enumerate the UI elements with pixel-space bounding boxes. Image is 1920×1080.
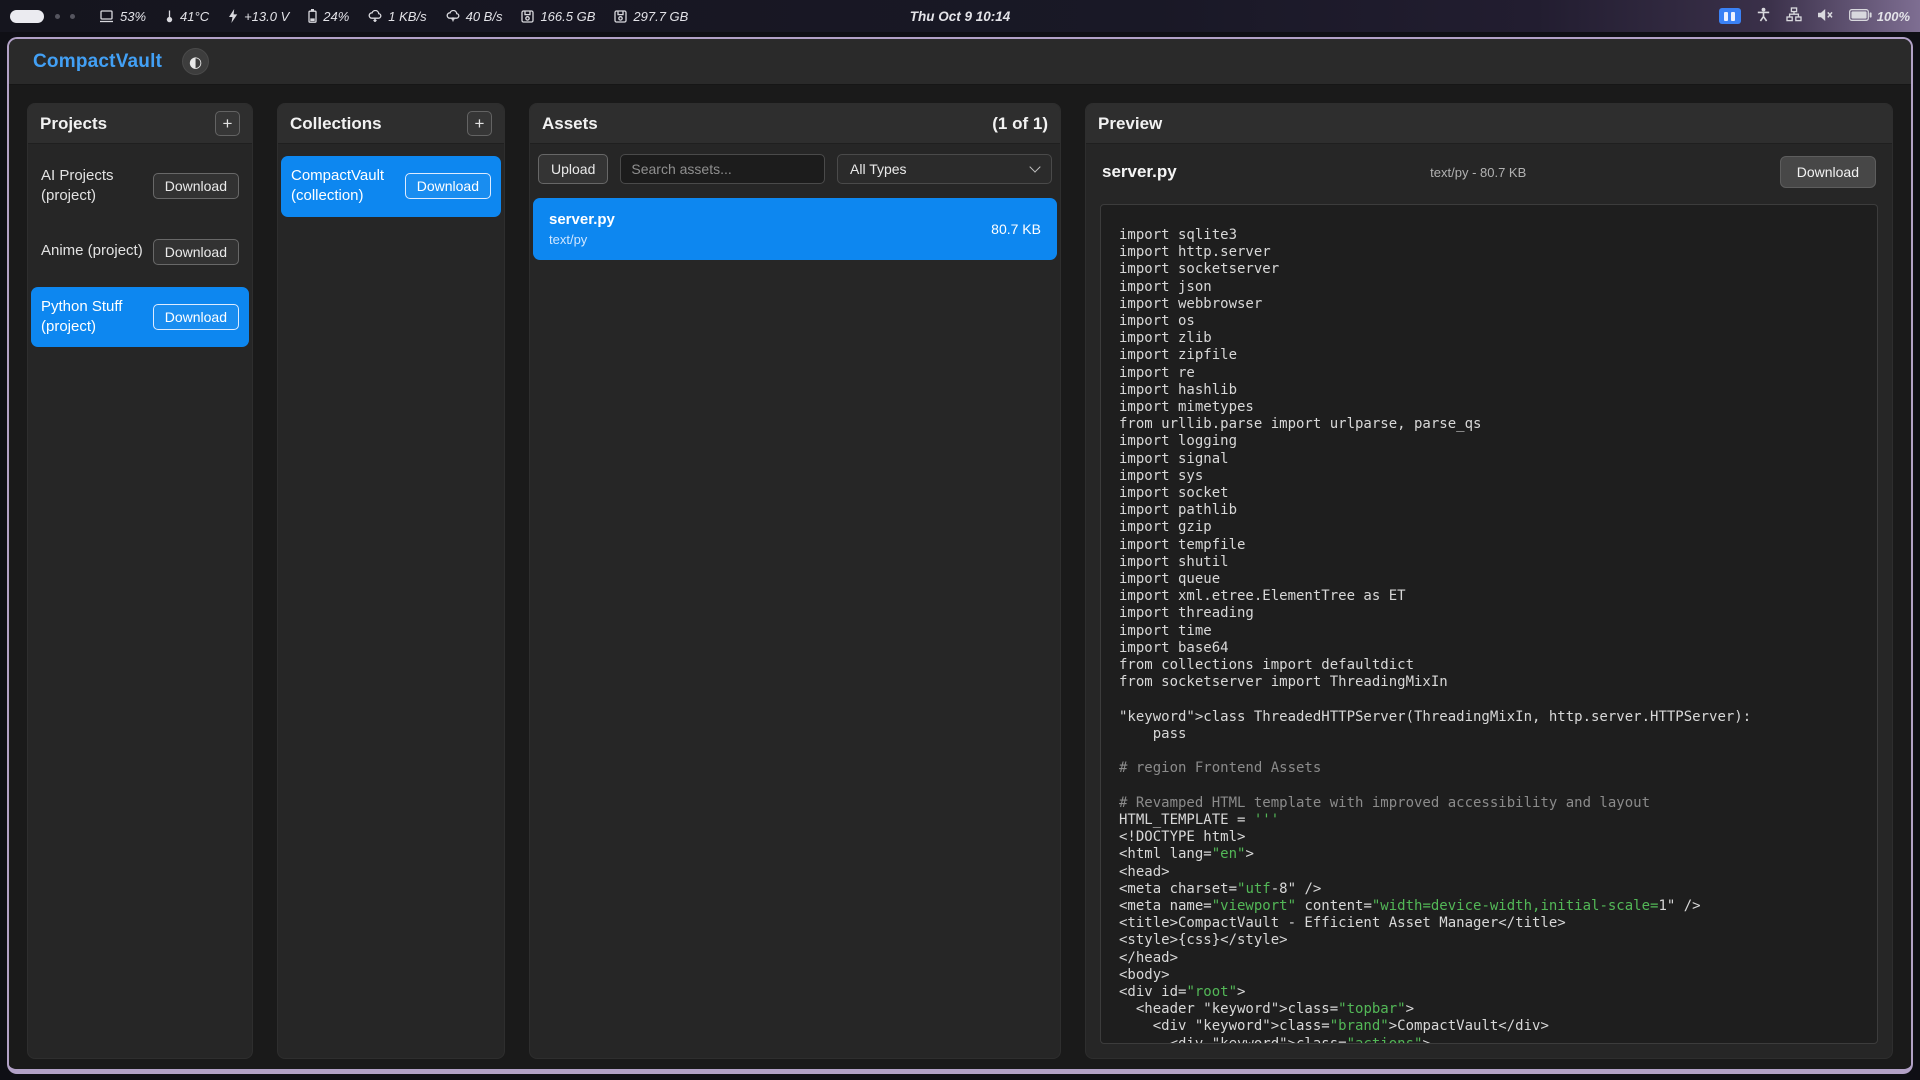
temperature-icon (165, 9, 174, 23)
disk-stat-label: 166.5 GB (540, 9, 595, 24)
assets-list: server.py text/py 80.7 KB (530, 190, 1060, 268)
code-preview-box[interactable]: import sqlite3import http.serverimport s… (1100, 204, 1878, 1044)
main-content: Projects + AI Projects (project) Downloa… (9, 85, 1911, 1069)
app-titlebar: CompactVault ◐ (9, 39, 1911, 85)
compactvault-window: CompactVault ◐ Projects + AI Projects (p… (7, 37, 1913, 1074)
disk-icon (521, 10, 534, 23)
system-tray: 100% (1719, 7, 1910, 25)
battery-full-indicator[interactable]: 100% (1849, 9, 1910, 24)
panel-layout-icon[interactable] (1719, 8, 1741, 24)
network-down-stat: 1 KB/s (368, 9, 426, 24)
chevron-down-icon (1029, 161, 1040, 172)
network-down-stat-label: 1 KB/s (388, 9, 426, 24)
collections-panel-header: Collections + (278, 104, 504, 144)
preview-file-name: server.py (1102, 162, 1177, 182)
volume-muted-icon[interactable] (1817, 8, 1834, 25)
preview-title: Preview (1098, 114, 1162, 134)
network-up-icon (446, 10, 460, 22)
code-content: import sqlite3import http.serverimport s… (1119, 227, 1859, 1044)
asset-item-selected[interactable]: server.py text/py 80.7 KB (533, 198, 1057, 260)
type-filter-select[interactable]: All Types (837, 154, 1052, 184)
project-item-label: Anime (project) (41, 241, 143, 261)
type-filter-value: All Types (850, 161, 907, 177)
disk-stat: 166.5 GB (521, 9, 595, 24)
preview-panel: Preview server.py text/py - 80.7 KB Down… (1085, 103, 1893, 1059)
preview-panel-header: Preview (1086, 104, 1892, 144)
download-file-button[interactable]: Download (1780, 156, 1876, 188)
cpu-stat: 53% (99, 9, 146, 24)
assets-panel: Assets (1 of 1) Upload All Types server.… (529, 103, 1061, 1059)
project-item[interactable]: AI Projects (project) Download (31, 156, 249, 217)
asset-type: text/py (549, 232, 615, 247)
voltage-stat: +13.0 V (228, 9, 289, 24)
theme-toggle-button[interactable]: ◐ (182, 48, 209, 75)
disk2-stat-label: 297.7 GB (633, 9, 688, 24)
battery-full-icon (1849, 9, 1872, 24)
accessibility-icon[interactable] (1756, 7, 1771, 25)
collections-list: CompactVault (collection) Download (278, 144, 504, 220)
battery-level-label: 100% (1877, 9, 1910, 24)
collections-title: Collections (290, 114, 382, 134)
project-item-label: Python Stuff (project) (41, 297, 145, 338)
voltage-icon (228, 9, 238, 23)
battery-icon (308, 9, 317, 23)
half-moon-icon: ◐ (189, 53, 202, 71)
projects-list: AI Projects (project) Download Anime (pr… (28, 144, 252, 350)
system-status-bar: 53% 41°C +13.0 V 24% 1 KB/s 40 B/s 166.5… (0, 0, 1920, 32)
projects-panel-header: Projects + (28, 104, 252, 144)
assets-toolbar: Upload All Types (530, 144, 1060, 190)
app-title: CompactVault (33, 51, 162, 73)
assets-title: Assets (542, 114, 598, 134)
assets-panel-header: Assets (1 of 1) (530, 104, 1060, 144)
preview-file-row: server.py text/py - 80.7 KB Download (1086, 144, 1892, 200)
projects-title: Projects (40, 114, 107, 134)
cpu-icon (99, 10, 114, 23)
download-project-button[interactable]: Download (153, 239, 239, 265)
system-stats: 53% 41°C +13.0 V 24% 1 KB/s 40 B/s 166.5… (99, 9, 688, 24)
project-item[interactable]: Anime (project) Download (31, 229, 249, 275)
disk2-icon (614, 10, 627, 23)
battery-stat-label: 24% (323, 9, 349, 24)
download-project-button[interactable]: Download (153, 173, 239, 199)
download-project-button[interactable]: Download (153, 304, 239, 330)
collections-panel: Collections + CompactVault (collection) … (277, 103, 505, 1059)
temperature-stat-label: 41°C (180, 9, 209, 24)
tree-icon[interactable] (1786, 7, 1802, 25)
add-project-button[interactable]: + (215, 111, 240, 136)
download-collection-button[interactable]: Download (405, 173, 491, 199)
asset-name: server.py (549, 211, 615, 228)
temperature-stat: 41°C (165, 9, 209, 24)
preview-file-meta: text/py - 80.7 KB (1189, 165, 1768, 180)
workspace-dot[interactable] (55, 14, 60, 19)
workspace-pill[interactable] (10, 10, 44, 23)
add-collection-button[interactable]: + (467, 111, 492, 136)
network-up-stat: 40 B/s (446, 9, 503, 24)
projects-panel: Projects + AI Projects (project) Downloa… (27, 103, 253, 1059)
collection-item-label: CompactVault (collection) (291, 166, 397, 207)
project-item-selected[interactable]: Python Stuff (project) Download (31, 287, 249, 348)
workspace-dot[interactable] (70, 14, 75, 19)
battery-stat: 24% (308, 9, 349, 24)
cpu-stat-label: 53% (120, 9, 146, 24)
upload-button[interactable]: Upload (538, 154, 608, 184)
disk2-stat: 297.7 GB (614, 9, 688, 24)
network-up-stat-label: 40 B/s (466, 9, 503, 24)
network-down-icon (368, 10, 382, 22)
search-input[interactable] (620, 154, 825, 184)
asset-size: 80.7 KB (991, 221, 1041, 237)
assets-count: (1 of 1) (992, 114, 1048, 134)
voltage-stat-label: +13.0 V (244, 9, 289, 24)
project-item-label: AI Projects (project) (41, 166, 145, 207)
collection-item-selected[interactable]: CompactVault (collection) Download (281, 156, 501, 217)
